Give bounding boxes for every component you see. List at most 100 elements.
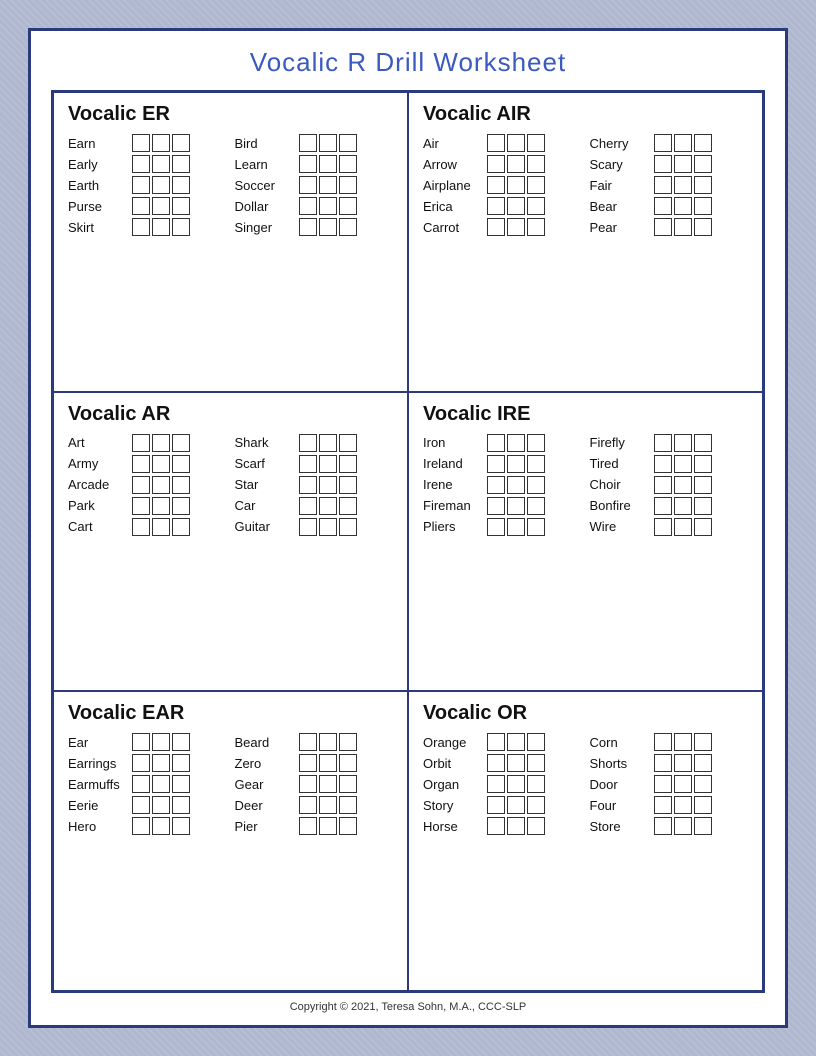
checkbox[interactable] (507, 155, 525, 173)
checkbox[interactable] (487, 455, 505, 473)
checkbox[interactable] (674, 754, 692, 772)
checkbox[interactable] (152, 155, 170, 173)
checkbox[interactable] (339, 817, 357, 835)
checkbox[interactable] (674, 155, 692, 173)
checkbox[interactable] (172, 497, 190, 515)
checkbox[interactable] (694, 134, 712, 152)
checkbox[interactable] (674, 455, 692, 473)
checkbox[interactable] (654, 134, 672, 152)
checkbox[interactable] (339, 775, 357, 793)
checkbox[interactable] (527, 775, 545, 793)
checkbox[interactable] (299, 218, 317, 236)
checkbox[interactable] (172, 218, 190, 236)
checkbox[interactable] (319, 775, 337, 793)
checkbox[interactable] (319, 754, 337, 772)
checkbox[interactable] (152, 218, 170, 236)
checkbox[interactable] (339, 155, 357, 173)
checkbox[interactable] (319, 218, 337, 236)
checkbox[interactable] (694, 176, 712, 194)
checkbox[interactable] (299, 155, 317, 173)
checkbox[interactable] (487, 218, 505, 236)
checkbox[interactable] (654, 218, 672, 236)
checkbox[interactable] (654, 176, 672, 194)
checkbox[interactable] (487, 754, 505, 772)
checkbox[interactable] (507, 476, 525, 494)
checkbox[interactable] (299, 176, 317, 194)
checkbox[interactable] (152, 817, 170, 835)
checkbox[interactable] (299, 134, 317, 152)
checkbox[interactable] (339, 197, 357, 215)
checkbox[interactable] (319, 476, 337, 494)
checkbox[interactable] (694, 775, 712, 793)
checkbox[interactable] (339, 134, 357, 152)
checkbox[interactable] (299, 518, 317, 536)
checkbox[interactable] (339, 434, 357, 452)
checkbox[interactable] (487, 796, 505, 814)
checkbox[interactable] (299, 434, 317, 452)
checkbox[interactable] (152, 197, 170, 215)
checkbox[interactable] (132, 733, 150, 751)
checkbox[interactable] (299, 817, 317, 835)
checkbox[interactable] (152, 176, 170, 194)
checkbox[interactable] (487, 155, 505, 173)
checkbox[interactable] (527, 796, 545, 814)
checkbox[interactable] (674, 518, 692, 536)
checkbox[interactable] (654, 455, 672, 473)
checkbox[interactable] (487, 518, 505, 536)
checkbox[interactable] (507, 455, 525, 473)
checkbox[interactable] (132, 497, 150, 515)
checkbox[interactable] (172, 817, 190, 835)
checkbox[interactable] (654, 434, 672, 452)
checkbox[interactable] (152, 518, 170, 536)
checkbox[interactable] (132, 775, 150, 793)
checkbox[interactable] (339, 518, 357, 536)
checkbox[interactable] (299, 455, 317, 473)
checkbox[interactable] (172, 134, 190, 152)
checkbox[interactable] (674, 775, 692, 793)
checkbox[interactable] (132, 176, 150, 194)
checkbox[interactable] (299, 796, 317, 814)
checkbox[interactable] (507, 134, 525, 152)
checkbox[interactable] (527, 733, 545, 751)
checkbox[interactable] (339, 796, 357, 814)
checkbox[interactable] (299, 476, 317, 494)
checkbox[interactable] (527, 497, 545, 515)
checkbox[interactable] (319, 497, 337, 515)
checkbox[interactable] (487, 733, 505, 751)
checkbox[interactable] (172, 733, 190, 751)
checkbox[interactable] (507, 775, 525, 793)
checkbox[interactable] (487, 817, 505, 835)
checkbox[interactable] (674, 497, 692, 515)
checkbox[interactable] (694, 518, 712, 536)
checkbox[interactable] (152, 134, 170, 152)
checkbox[interactable] (132, 796, 150, 814)
checkbox[interactable] (507, 197, 525, 215)
checkbox[interactable] (694, 754, 712, 772)
checkbox[interactable] (299, 775, 317, 793)
checkbox[interactable] (132, 455, 150, 473)
checkbox[interactable] (152, 754, 170, 772)
checkbox[interactable] (527, 476, 545, 494)
checkbox[interactable] (132, 155, 150, 173)
checkbox[interactable] (152, 796, 170, 814)
checkbox[interactable] (152, 733, 170, 751)
checkbox[interactable] (487, 476, 505, 494)
checkbox[interactable] (172, 796, 190, 814)
checkbox[interactable] (694, 155, 712, 173)
checkbox[interactable] (487, 176, 505, 194)
checkbox[interactable] (507, 796, 525, 814)
checkbox[interactable] (507, 218, 525, 236)
checkbox[interactable] (339, 218, 357, 236)
checkbox[interactable] (172, 476, 190, 494)
checkbox[interactable] (694, 218, 712, 236)
checkbox[interactable] (674, 197, 692, 215)
checkbox[interactable] (674, 796, 692, 814)
checkbox[interactable] (694, 434, 712, 452)
checkbox[interactable] (319, 197, 337, 215)
checkbox[interactable] (152, 434, 170, 452)
checkbox[interactable] (132, 134, 150, 152)
checkbox[interactable] (674, 134, 692, 152)
checkbox[interactable] (319, 155, 337, 173)
checkbox[interactable] (132, 476, 150, 494)
checkbox[interactable] (654, 817, 672, 835)
